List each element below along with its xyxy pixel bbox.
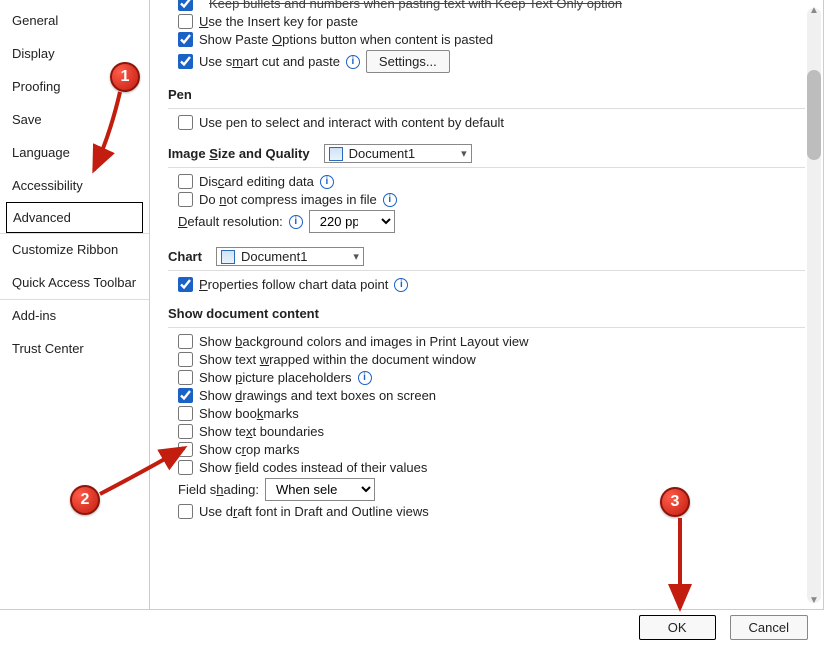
use-draft-font-label: Use draft font in Draft and Outline view… [199, 504, 429, 519]
default-resolution-label: Default resolution: [178, 214, 283, 229]
sidebar-item-quick-access-toolbar[interactable]: Quick Access Toolbar [0, 266, 149, 299]
sidebar-item-save[interactable]: Save [0, 103, 149, 136]
show-text-wrapped-label: Show text wrapped within the document wi… [199, 352, 476, 367]
smart-cut-paste-checkbox[interactable] [178, 54, 193, 69]
field-shading-label: Field shading: [178, 482, 259, 497]
show-text-boundaries-checkbox[interactable] [178, 424, 193, 439]
show-crop-marks-label: Show crop marks [199, 442, 299, 457]
chevron-down-icon: ▾ [353, 250, 359, 263]
info-icon[interactable]: i [358, 371, 372, 385]
no-compress-images-label: Do not compress images in file [199, 192, 377, 207]
sidebar-label: Quick Access Toolbar [12, 275, 136, 290]
sidebar-item-accessibility[interactable]: Accessibility [0, 169, 149, 202]
use-pen-default-label: Use pen to select and interact with cont… [199, 115, 504, 130]
sidebar-label: Display [12, 46, 55, 61]
show-text-wrapped-checkbox[interactable] [178, 352, 193, 367]
show-drawings-label: Show drawings and text boxes on screen [199, 388, 436, 403]
show-paste-options-checkbox[interactable] [178, 32, 193, 47]
info-icon[interactable]: i [289, 215, 303, 229]
info-icon[interactable]: i [320, 175, 334, 189]
chart-properties-follow-label: Properties follow chart data point [199, 277, 388, 292]
show-field-codes-label: Show field codes instead of their values [199, 460, 427, 475]
sidebar-item-add-ins[interactable]: Add-ins [0, 299, 149, 332]
show-doc-content-title: Show document content [168, 306, 805, 321]
no-compress-images-checkbox[interactable] [178, 192, 193, 207]
sidebar-label: Customize Ribbon [12, 242, 118, 257]
document-icon [329, 147, 343, 161]
show-text-boundaries-label: Show text boundaries [199, 424, 324, 439]
show-bg-colors-checkbox[interactable] [178, 334, 193, 349]
use-insert-key-label: Use the Insert key for paste [199, 14, 358, 29]
scroll-up-arrow[interactable]: ▲ [807, 4, 821, 18]
sidebar-label: Accessibility [12, 178, 83, 193]
cancel-button[interactable]: Cancel [730, 615, 808, 640]
chevron-down-icon: ▾ [461, 147, 467, 160]
sidebar-label: Trust Center [12, 341, 84, 356]
sidebar-item-customize-ribbon[interactable]: Customize Ribbon [0, 233, 149, 266]
sidebar-item-trust-center[interactable]: Trust Center [0, 332, 149, 365]
sidebar-label: Language [12, 145, 70, 160]
sidebar-label: Proofing [12, 79, 60, 94]
image-doc-value: Document1 [349, 146, 415, 161]
sidebar-label: Save [12, 112, 42, 127]
show-bookmarks-label: Show bookmarks [199, 406, 299, 421]
pen-section-title: Pen [168, 87, 805, 102]
sidebar-item-advanced[interactable]: Advanced [6, 202, 143, 233]
dialog-footer: OK Cancel [639, 615, 808, 640]
discard-editing-data-checkbox[interactable] [178, 174, 193, 189]
use-draft-font-checkbox[interactable] [178, 504, 193, 519]
field-shading-combo[interactable]: When selected [265, 478, 375, 501]
show-crop-marks-checkbox[interactable] [178, 442, 193, 457]
chart-doc-value: Document1 [241, 249, 307, 264]
ok-button[interactable]: OK [639, 615, 716, 640]
info-icon[interactable]: i [383, 193, 397, 207]
smart-cut-paste-label: Use smart cut and paste [199, 54, 340, 69]
show-drawings-checkbox[interactable] [178, 388, 193, 403]
sidebar-label: General [12, 13, 58, 28]
discard-editing-data-label: Discard editing data [199, 174, 314, 189]
annotation-badge-1: 1 [110, 62, 140, 92]
default-resolution-combo[interactable]: 220 ppi [309, 210, 395, 233]
scroll-down-arrow[interactable]: ▼ [807, 594, 821, 608]
keep-bullets-label: Keep bullets and numbers when pasting te… [209, 0, 622, 11]
sidebar-item-general[interactable]: General [0, 4, 149, 37]
sidebar-label: Add-ins [12, 308, 56, 323]
show-bg-colors-label: Show background colors and images in Pri… [199, 334, 529, 349]
advanced-options-panel: Keep bullets and numbers when pasting te… [150, 0, 823, 609]
use-pen-default-checkbox[interactable] [178, 115, 193, 130]
image-size-quality-title: Image Size and Quality [168, 146, 310, 161]
settings-button[interactable]: Settings... [366, 50, 450, 73]
use-insert-key-checkbox[interactable] [178, 14, 193, 29]
image-target-doc-combo[interactable]: Document1 ▾ [324, 144, 472, 163]
show-bookmarks-checkbox[interactable] [178, 406, 193, 421]
annotation-badge-3: 3 [660, 487, 690, 517]
sidebar-label: Advanced [13, 210, 71, 225]
keep-bullets-checkbox[interactable] [178, 0, 193, 11]
show-field-codes-checkbox[interactable] [178, 460, 193, 475]
info-icon[interactable]: i [394, 278, 408, 292]
show-paste-options-label: Show Paste Options button when content i… [199, 32, 493, 47]
chart-properties-follow-checkbox[interactable] [178, 277, 193, 292]
show-picture-placeholders-label: Show picture placeholders [199, 370, 352, 385]
annotation-badge-2: 2 [70, 485, 100, 515]
document-icon [221, 250, 235, 264]
sidebar-item-language[interactable]: Language [0, 136, 149, 169]
chart-target-doc-combo[interactable]: Document1 ▾ [216, 247, 364, 266]
info-icon[interactable]: i [346, 55, 360, 69]
scrollbar-thumb[interactable] [807, 70, 821, 160]
chart-section-title: Chart [168, 249, 202, 264]
show-picture-placeholders-checkbox[interactable] [178, 370, 193, 385]
